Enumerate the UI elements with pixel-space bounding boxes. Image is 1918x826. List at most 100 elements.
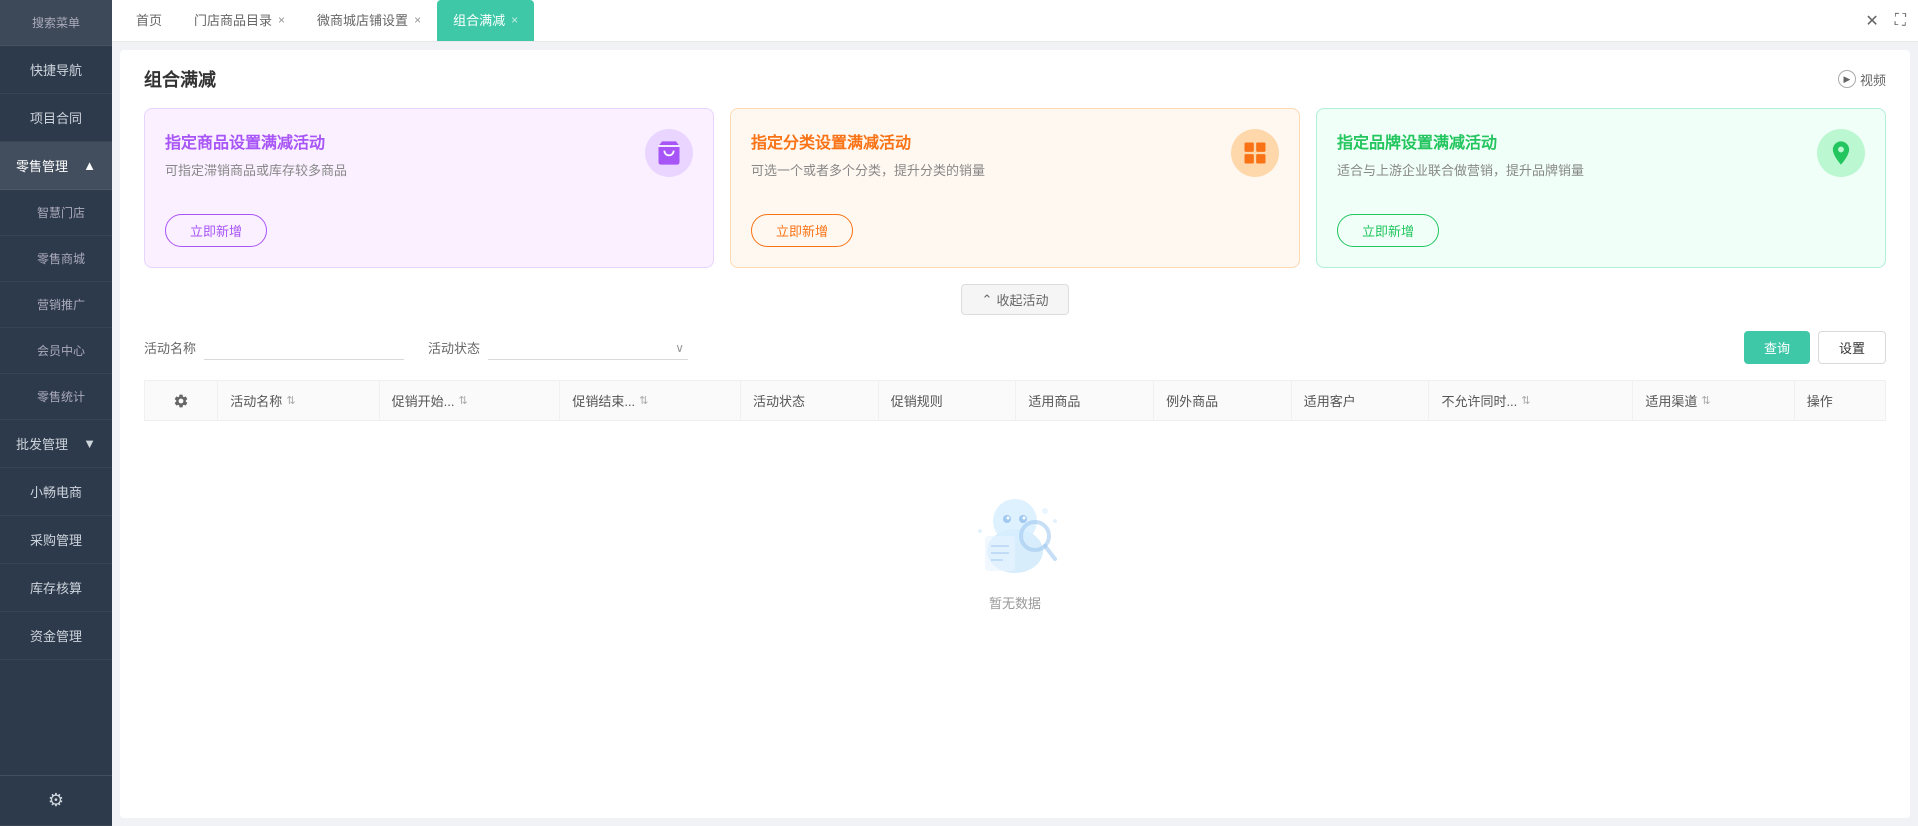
sidebar-item-retail-mall[interactable]: 零售商城 [0, 236, 112, 282]
sidebar-settings-button[interactable]: ⚙ [0, 775, 112, 826]
sidebar-item-inventory[interactable]: 库存核算 [0, 564, 112, 612]
brand-card-icon [1817, 129, 1865, 177]
product-card-icon [645, 129, 693, 177]
category-card-desc: 可选一个或者多个分类，提升分类的销量 [751, 161, 1121, 182]
activity-status-select-wrapper: ∨ [488, 336, 688, 360]
page-title: 组合满减 [144, 66, 216, 92]
tab-home[interactable]: 首页 [120, 0, 178, 41]
close-window-button[interactable]: ✕ [1861, 7, 1882, 35]
product-card-desc: 可指定滞销商品或库存较多商品 [165, 161, 535, 182]
sidebar-item-finance[interactable]: 资金管理 [0, 612, 112, 660]
activity-status-label: 活动状态 [428, 338, 480, 357]
search-menu-label: 搜索菜单 [32, 14, 80, 31]
th-applicable-channel-label: 适用渠道 [1645, 391, 1697, 410]
th-activity-status-label: 活动状态 [753, 394, 805, 409]
table-head: 活动名称 ⇅ 促销开始... ⇅ 促销结束... ⇅ [145, 381, 1886, 421]
th-promo-end: 促销结束... ⇅ [560, 381, 741, 421]
video-link[interactable]: ▶ 视频 [1838, 70, 1886, 89]
th-applicable-channel: 适用渠道 ⇅ [1633, 381, 1794, 421]
chevron-up-icon: ⌃ [982, 292, 993, 308]
category-card-title: 指定分类设置满减活动 [751, 129, 1279, 153]
th-operation: 操作 [1794, 381, 1885, 421]
brand-discount-card: 指定品牌设置满减活动 适合与上游企业联合做营销，提升品牌销量 立即新增 [1316, 108, 1886, 268]
settings-button[interactable]: 设置 [1818, 331, 1886, 364]
sidebar-item-retail-stats[interactable]: 零售统计 [0, 374, 112, 420]
sort-icon-activity-name[interactable]: ⇅ [286, 394, 295, 407]
page-content: 组合满减 ▶ 视频 指定商品设置满减活动 可指定滞销商品或库存较多商品 [120, 50, 1910, 818]
activity-status-select[interactable] [488, 336, 688, 360]
brand-card-btn[interactable]: 立即新增 [1337, 214, 1439, 247]
category-card-btn[interactable]: 立即新增 [751, 214, 853, 247]
sidebar-item-retail-management[interactable]: 零售管理 ▲ [0, 142, 112, 190]
th-no-concurrent-label: 不允许同时... [1441, 391, 1517, 410]
table-body: 暂无数据 [145, 421, 1886, 673]
th-applicable-customer-label: 适用客户 [1304, 394, 1356, 409]
activity-cards: 指定商品设置满减活动 可指定滞销商品或库存较多商品 立即新增 指定分类设置满减活… [144, 108, 1886, 268]
collapse-bar: ⌃ 收起活动 [144, 284, 1886, 315]
data-table: 活动名称 ⇅ 促销开始... ⇅ 促销结束... ⇅ [144, 380, 1886, 672]
chevron-up-icon: ▲ [83, 158, 96, 173]
query-button[interactable]: 查询 [1744, 331, 1810, 364]
sort-icon-applicable-channel[interactable]: ⇅ [1701, 394, 1710, 407]
filter-row: 活动名称 活动状态 ∨ 查询 设置 [144, 331, 1886, 364]
sidebar-item-project-contract[interactable]: 项目合同 [0, 94, 112, 142]
retail-management-label: 零售管理 [16, 156, 68, 175]
th-operation-label: 操作 [1807, 394, 1833, 409]
page-header: 组合满减 ▶ 视频 [144, 66, 1886, 92]
tab-combo-discount[interactable]: 组合满减 × [437, 0, 534, 41]
sidebar-item-member-center[interactable]: 会员中心 [0, 328, 112, 374]
th-applicable-product: 适用商品 [1016, 381, 1154, 421]
filter-actions: 查询 设置 [1744, 331, 1886, 364]
product-card-title: 指定商品设置满减活动 [165, 129, 693, 153]
sidebar-item-small-ecommerce[interactable]: 小畅电商 [0, 468, 112, 516]
product-card-btn[interactable]: 立即新增 [165, 214, 267, 247]
th-settings[interactable] [145, 381, 218, 421]
sort-icon-promo-start[interactable]: ⇅ [458, 394, 467, 407]
th-promo-start: 促销开始... ⇅ [379, 381, 560, 421]
collapse-activity-btn[interactable]: ⌃ 收起活动 [961, 284, 1070, 315]
tab-close-wechat-shop[interactable]: × [414, 13, 421, 27]
table-header-row: 活动名称 ⇅ 促销开始... ⇅ 促销结束... ⇅ [145, 381, 1886, 421]
sort-icon-no-concurrent[interactable]: ⇅ [1521, 394, 1530, 407]
sidebar-search-menu[interactable]: 搜索菜单 [0, 0, 112, 46]
sidebar-item-purchase[interactable]: 采购管理 [0, 516, 112, 564]
th-promo-rule-label: 促销规则 [891, 394, 943, 409]
sidebar-item-smart-store[interactable]: 智慧门店 [0, 190, 112, 236]
activity-name-filter: 活动名称 [144, 336, 404, 360]
sidebar-item-marketing[interactable]: 营销推广 [0, 282, 112, 328]
project-contract-label: 项目合同 [30, 108, 82, 127]
empty-text: 暂无数据 [989, 593, 1041, 612]
th-no-concurrent: 不允许同时... ⇅ [1429, 381, 1633, 421]
th-applicable-customer: 适用客户 [1291, 381, 1429, 421]
tab-bar-actions: ✕ ⛶ [1861, 7, 1910, 35]
th-promo-end-label: 促销结束... [572, 391, 635, 410]
brand-card-desc: 适合与上游企业联合做营销，提升品牌销量 [1337, 161, 1707, 182]
empty-state: 暂无数据 [145, 421, 1886, 672]
th-promo-start-label: 促销开始... [392, 391, 455, 410]
empty-illustration [955, 481, 1075, 581]
th-activity-name: 活动名称 ⇅ [218, 381, 379, 421]
sidebar-item-wholesale[interactable]: 批发管理 ▼ [0, 420, 112, 468]
th-activity-name-label: 活动名称 [230, 391, 282, 410]
th-exception-product: 例外商品 [1154, 381, 1292, 421]
th-exception-product-label: 例外商品 [1166, 394, 1218, 409]
activity-name-label: 活动名称 [144, 338, 196, 357]
sort-icon-promo-end[interactable]: ⇅ [639, 394, 648, 407]
quick-nav-label: 快捷导航 [30, 60, 82, 79]
category-discount-card: 指定分类设置满减活动 可选一个或者多个分类，提升分类的销量 立即新增 [730, 108, 1300, 268]
tab-wechat-shop-settings[interactable]: 微商城店铺设置 × [301, 0, 437, 41]
th-activity-status: 活动状态 [741, 381, 879, 421]
tab-store-catalog[interactable]: 门店商品目录 × [178, 0, 301, 41]
maximize-window-button[interactable]: ⛶ [1891, 8, 1910, 34]
activity-status-filter: 活动状态 ∨ [428, 336, 688, 360]
empty-state-row: 暂无数据 [145, 421, 1886, 673]
tab-close-combo-discount[interactable]: × [511, 13, 518, 27]
main-area: 首页 门店商品目录 × 微商城店铺设置 × 组合满减 × ✕ ⛶ 组合满减 ▶ … [112, 0, 1918, 826]
activity-name-input[interactable] [204, 336, 404, 360]
settings-icon: ⚙ [48, 790, 64, 811]
product-discount-card: 指定商品设置满减活动 可指定滞销商品或库存较多商品 立即新增 [144, 108, 714, 268]
th-applicable-product-label: 适用商品 [1028, 394, 1080, 409]
tab-bar: 首页 门店商品目录 × 微商城店铺设置 × 组合满减 × ✕ ⛶ [112, 0, 1918, 42]
tab-close-store-catalog[interactable]: × [278, 13, 285, 27]
sidebar-item-quick-nav[interactable]: 快捷导航 [0, 46, 112, 94]
